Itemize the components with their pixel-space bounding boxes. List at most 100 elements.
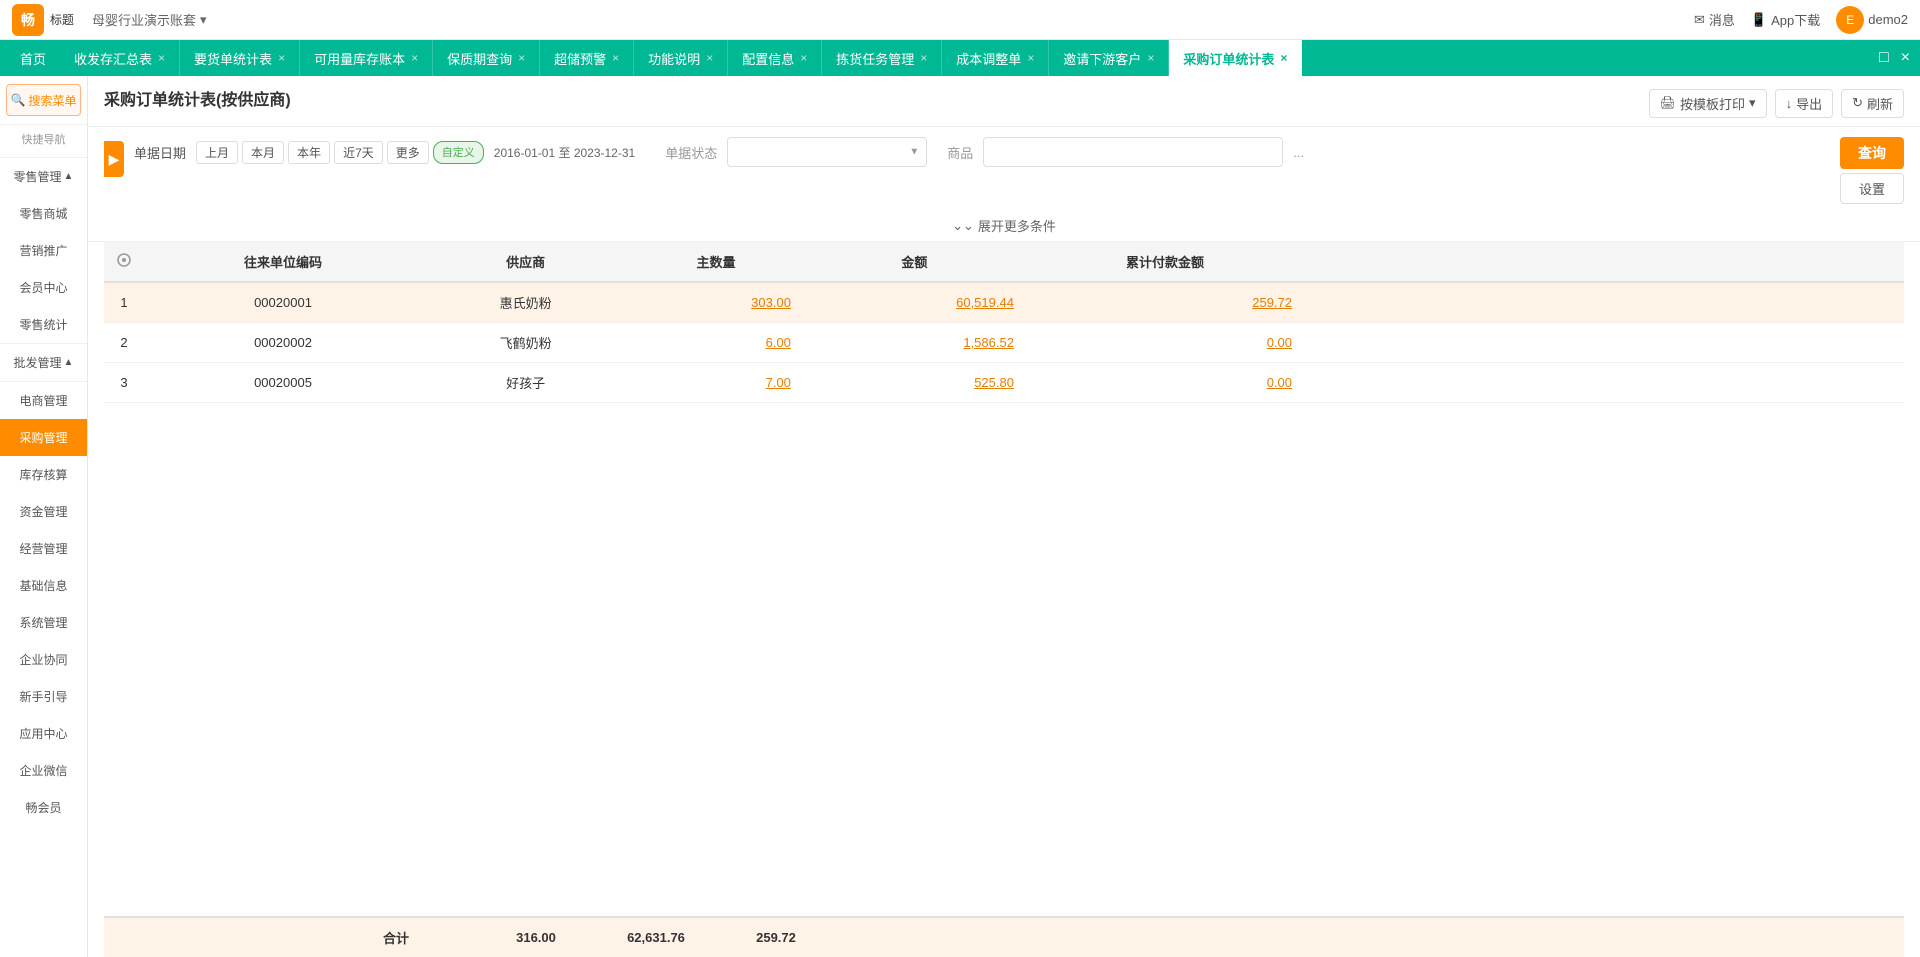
table-row[interactable]: 2 00020002 飞鹤奶粉 6.00 1,586.52 0.00 — [104, 323, 1904, 363]
expand-more-button[interactable]: ⌄⌄ 展开更多条件 — [952, 216, 1056, 235]
sidebar-item-app-center-label: 应用中心 — [19, 725, 67, 742]
print-dropdown-icon: ▾ — [1749, 95, 1756, 111]
chevron-down-icon-batch: ▲ — [64, 357, 74, 368]
nav-close-icon[interactable]: × — [1897, 45, 1914, 71]
amount-link[interactable]: 525.80 — [974, 375, 1014, 390]
tab-peizhi-close[interactable]: × — [800, 51, 807, 65]
sidebar-item-batch[interactable]: 批发管理 ▲ — [0, 344, 87, 381]
tab-caigou-close[interactable]: × — [1280, 51, 1287, 65]
sidebar-item-zero-sales[interactable]: 零售管理 ▲ — [0, 158, 87, 195]
date-btn-more[interactable]: 更多 — [387, 141, 429, 164]
sidebar-item-system-label: 系统管理 — [19, 614, 67, 631]
tab-kecun[interactable]: 可用量库存账本 × — [300, 40, 433, 76]
column-settings-icon[interactable] — [116, 252, 132, 268]
tab-yaoqing[interactable]: 邀请下游客户 × — [1049, 40, 1169, 76]
sidebar-item-member[interactable]: 会员中心 — [0, 269, 87, 306]
status-select[interactable] — [727, 137, 927, 167]
filter-section: ▶ 单据日期 上月 本月 本年 近7天 更多 自定义 — [88, 127, 1920, 242]
tab-chengben-close[interactable]: × — [1027, 51, 1034, 65]
sidebar-item-operations[interactable]: 经营管理 — [0, 530, 87, 567]
quick-nav-label: 快捷导航 — [6, 131, 81, 147]
cell-amount: 1,586.52 — [803, 323, 1026, 363]
cell-index: 3 — [104, 363, 144, 403]
app-download-button[interactable]: 📱 App下载 — [1751, 10, 1820, 29]
logo-text: 标题 — [50, 11, 74, 28]
product-input[interactable] — [983, 137, 1283, 167]
sidebar-item-basic-label: 基础信息 — [19, 577, 67, 594]
export-button[interactable]: ↓ 导出 — [1775, 89, 1834, 118]
tab-kecun-close[interactable]: × — [411, 51, 418, 65]
sidebar-item-new-guide[interactable]: 新手引导 — [0, 678, 87, 715]
table-row[interactable]: 3 00020005 好孩子 7.00 525.80 0.00 — [104, 363, 1904, 403]
print-button[interactable]: 🖨 按模板打印 ▾ — [1649, 89, 1767, 118]
tab-home[interactable]: 首页 — [6, 49, 60, 68]
date-btn-7days[interactable]: 近7天 — [334, 141, 383, 164]
top-bar: 畅 标题 母婴行业演示账套 ▾ ✉ 消息 📱 App下载 E demo2 — [0, 0, 1920, 40]
qty-link[interactable]: 6.00 — [766, 335, 791, 350]
tab-chaochu-close[interactable]: × — [612, 51, 619, 65]
product-more-icon[interactable]: ... — [1293, 145, 1304, 160]
tab-chaochu[interactable]: 超储预警 × — [540, 40, 634, 76]
sidebar-item-basic[interactable]: 基础信息 — [0, 567, 87, 604]
tab-gongneng-close[interactable]: × — [706, 51, 713, 65]
th-amount: 金额 — [803, 242, 1026, 282]
date-btn-this-month[interactable]: 本月 — [242, 141, 284, 164]
sidebar-item-purchase[interactable]: 采购管理 — [0, 419, 87, 456]
tab-gongneng-label: 功能说明 — [648, 49, 700, 68]
workspace-selector[interactable]: 母婴行业演示账套 ▾ — [84, 6, 215, 33]
tab-gongneng[interactable]: 功能说明 × — [634, 40, 728, 76]
tab-caigou[interactable]: 采购订单统计表 × — [1169, 40, 1302, 76]
tab-pihuo-close[interactable]: × — [920, 51, 927, 65]
sidebar-item-enterprise-wx[interactable]: 企业微信 — [0, 752, 87, 789]
tab-shoufa-close[interactable]: × — [158, 51, 165, 65]
amount-link[interactable]: 60,519.44 — [956, 295, 1014, 310]
page-title: 采购订单统计表(按供应商) — [104, 86, 291, 110]
sidebar-item-enterprise-wx-label: 企业微信 — [19, 762, 67, 779]
sidebar-item-ecom[interactable]: 电商管理 — [0, 382, 87, 419]
user-profile[interactable]: E demo2 — [1836, 6, 1908, 34]
paid-link[interactable]: 0.00 — [1267, 375, 1292, 390]
date-btn-this-year[interactable]: 本年 — [288, 141, 330, 164]
sidebar-item-capital[interactable]: 资金管理 — [0, 493, 87, 530]
tab-chengben[interactable]: 成本调整单 × — [942, 40, 1049, 76]
message-button[interactable]: ✉ 消息 — [1694, 10, 1735, 29]
paid-link[interactable]: 259.72 — [1252, 295, 1292, 310]
table-row[interactable]: 1 00020001 惠氏奶粉 303.00 60,519.44 259.72 — [104, 282, 1904, 323]
sidebar-item-enterprise[interactable]: 企业协同 — [0, 641, 87, 678]
toggle-filter-button[interactable]: ▶ — [104, 141, 124, 177]
print-label: 按模板打印 — [1680, 94, 1745, 113]
custom-date-tag[interactable]: 自定义 — [433, 141, 484, 164]
tab-shoufa[interactable]: 收发存汇总表 × — [60, 40, 180, 76]
sidebar-item-inventory[interactable]: 库存核算 — [0, 456, 87, 493]
tab-baozhi[interactable]: 保质期查询 × — [433, 40, 540, 76]
tab-yaohuo[interactable]: 要货单统计表 × — [180, 40, 300, 76]
refresh-button[interactable]: ↻ 刷新 — [1841, 89, 1904, 118]
settings-button[interactable]: 设置 — [1840, 173, 1904, 204]
tab-pihuo[interactable]: 拣货任务管理 × — [822, 40, 942, 76]
qty-link[interactable]: 7.00 — [766, 375, 791, 390]
sidebar-item-zero-mall[interactable]: 零售商城 — [0, 195, 87, 232]
sidebar-item-member2[interactable]: 畅会员 — [0, 789, 87, 826]
search-menu-button[interactable]: 🔍 搜索菜单 — [6, 84, 81, 116]
amount-link[interactable]: 1,586.52 — [963, 335, 1014, 350]
sidebar-item-system[interactable]: 系统管理 — [0, 604, 87, 641]
th-supplier: 供应商 — [422, 242, 629, 282]
sidebar-item-marketing[interactable]: 营销推广 — [0, 232, 87, 269]
chevron-left-icon: ▶ — [109, 151, 120, 168]
footer-label: 合计 — [316, 928, 476, 947]
tab-peizhi[interactable]: 配置信息 × — [728, 40, 822, 76]
sidebar-item-zero-stats[interactable]: 零售统计 — [0, 306, 87, 343]
date-btn-last-month[interactable]: 上月 — [196, 141, 238, 164]
header-actions: 🖨 按模板打印 ▾ ↓ 导出 ↻ 刷新 — [1649, 89, 1905, 118]
nav-restore-icon[interactable]: □ — [1875, 45, 1893, 71]
tab-yaoqing-close[interactable]: × — [1147, 51, 1154, 65]
sidebar-item-app-center[interactable]: 应用中心 — [0, 715, 87, 752]
qty-link[interactable]: 303.00 — [751, 295, 791, 310]
query-button[interactable]: 查询 — [1840, 137, 1904, 169]
sidebar-item-batch-label: 批发管理 — [14, 354, 62, 371]
tab-baozhi-label: 保质期查询 — [447, 49, 512, 68]
export-label: 导出 — [1796, 94, 1822, 113]
paid-link[interactable]: 0.00 — [1267, 335, 1292, 350]
tab-yaohuo-close[interactable]: × — [278, 51, 285, 65]
tab-baozhi-close[interactable]: × — [518, 51, 525, 65]
